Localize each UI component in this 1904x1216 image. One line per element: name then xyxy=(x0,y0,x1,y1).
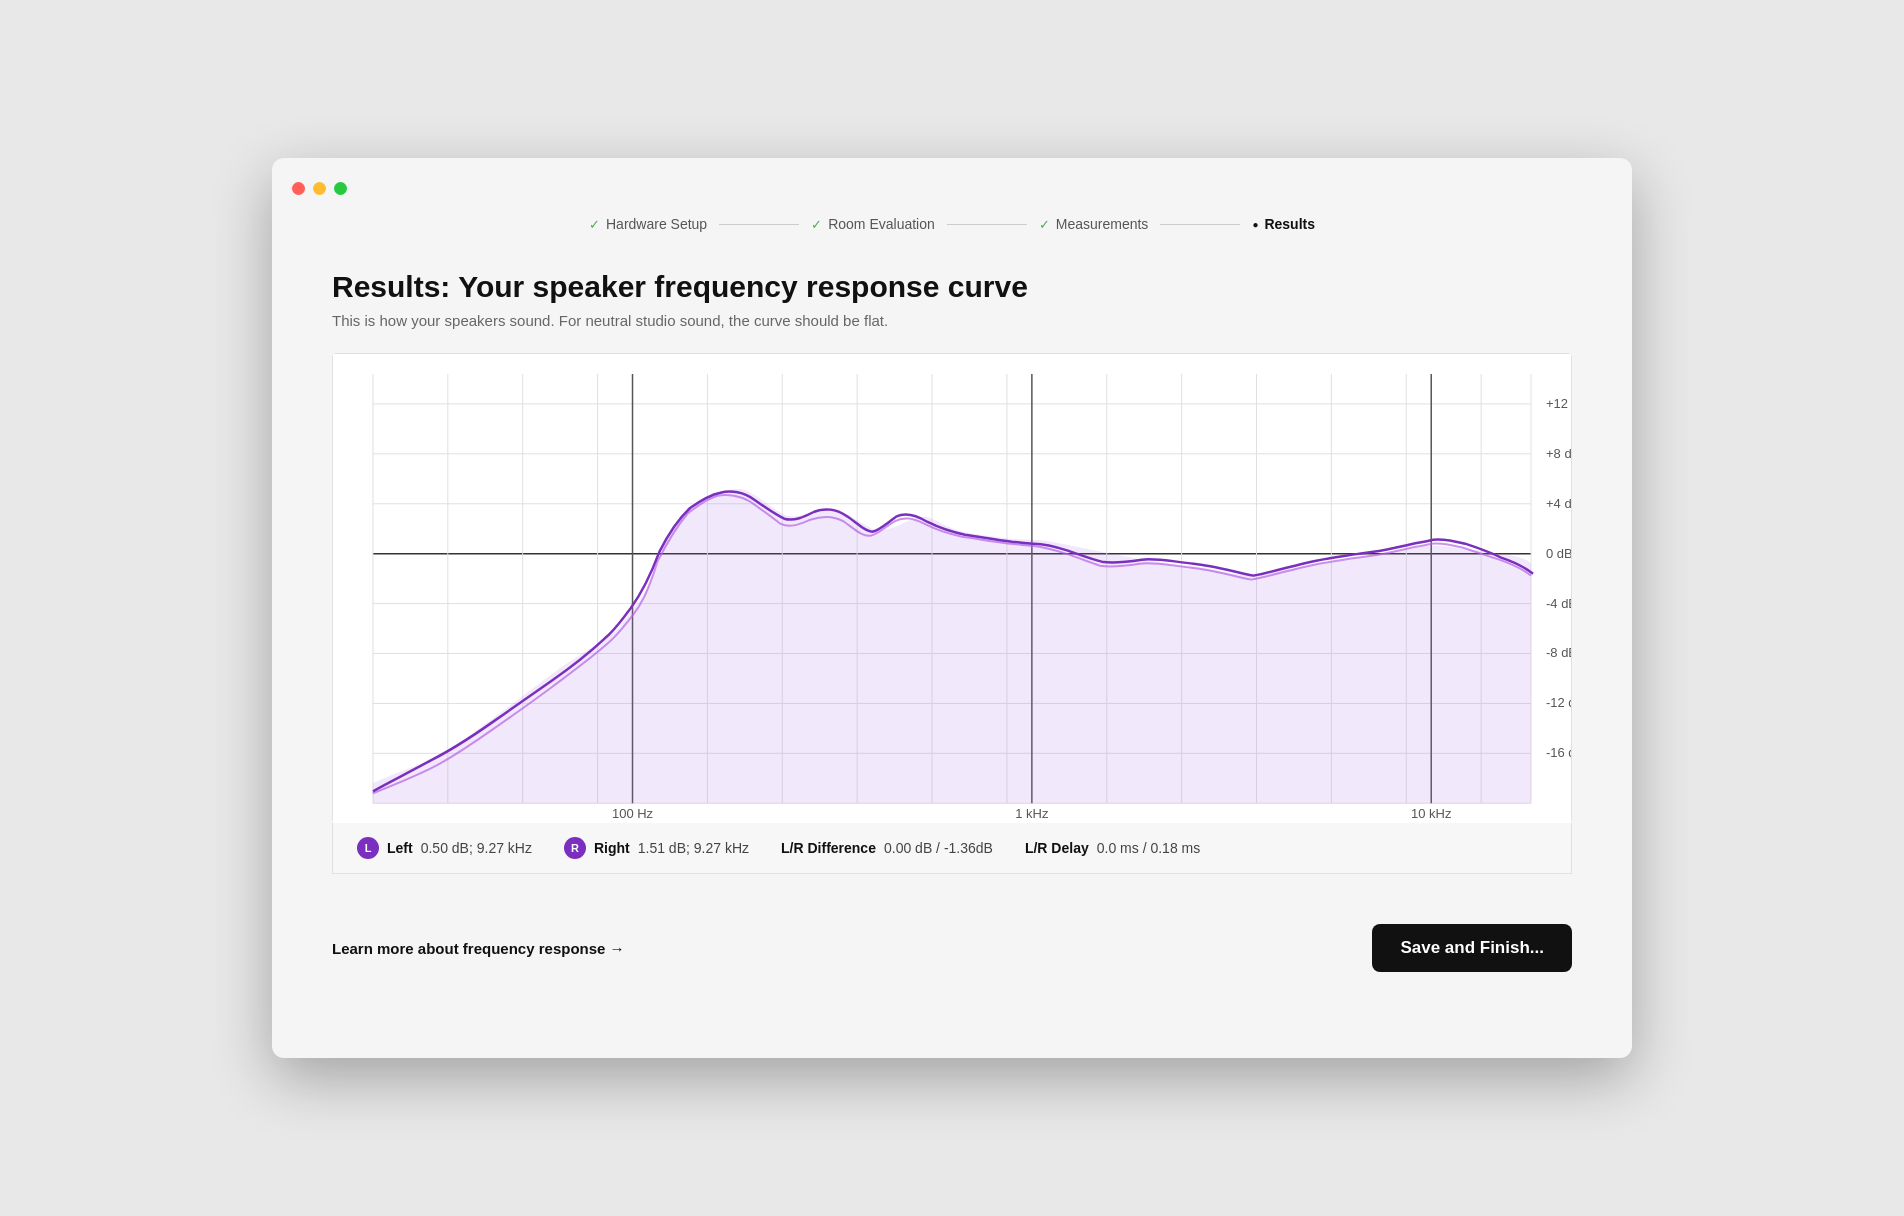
step-connector-3 xyxy=(1160,224,1240,225)
chart-svg: +12 dB +8 dB +4 dB 0 dB -4 dB -8 dB -12 … xyxy=(333,354,1571,823)
right-channel-info: R Right 1.51 dB; 9.27 kHz xyxy=(564,837,749,859)
check-icon-2: ✓ xyxy=(811,217,822,232)
step-measurements-label: Measurements xyxy=(1056,216,1149,232)
svg-text:+12 dB: +12 dB xyxy=(1546,396,1571,411)
step-results-label: Results xyxy=(1264,216,1315,232)
save-finish-button[interactable]: Save and Finish... xyxy=(1372,924,1572,972)
app-window: ✓ Hardware Setup ✓ Room Evaluation ✓ Mea… xyxy=(272,158,1632,1058)
frequency-chart: +12 dB +8 dB +4 dB 0 dB -4 dB -8 dB -12 … xyxy=(332,353,1572,823)
lr-delay-label: L/R Delay xyxy=(1025,840,1089,856)
left-channel-info: L Left 0.50 dB; 9.27 kHz xyxy=(357,837,532,859)
right-channel-value: 1.51 dB; 9.27 kHz xyxy=(638,840,749,856)
step-room-evaluation-label: Room Evaluation xyxy=(828,216,935,232)
step-connector-1 xyxy=(719,224,799,225)
svg-text:+8 dB: +8 dB xyxy=(1546,446,1571,461)
step-hardware-setup-label: Hardware Setup xyxy=(606,216,707,232)
svg-text:-8 dB: -8 dB xyxy=(1546,646,1571,661)
lr-diff-label: L/R Difference xyxy=(781,840,876,856)
svg-text:-4 dB: -4 dB xyxy=(1546,596,1571,611)
page-subtitle: This is how your speakers sound. For neu… xyxy=(332,312,1572,329)
info-bar: L Left 0.50 dB; 9.27 kHz R Right 1.51 dB… xyxy=(332,823,1572,874)
svg-text:+4 dB: +4 dB xyxy=(1546,496,1571,511)
step-hardware-setup: ✓ Hardware Setup xyxy=(589,216,707,232)
svg-text:100 Hz: 100 Hz xyxy=(612,806,654,821)
lr-delay-info: L/R Delay 0.0 ms / 0.18 ms xyxy=(1025,840,1200,856)
dot-icon: ● xyxy=(1252,219,1258,230)
left-channel-value: 0.50 dB; 9.27 kHz xyxy=(421,840,532,856)
step-measurements: ✓ Measurements xyxy=(1039,216,1149,232)
left-channel-badge: L xyxy=(357,837,379,859)
footer: Learn more about frequency response → Sa… xyxy=(272,904,1632,992)
main-content: Results: Your speaker frequency response… xyxy=(272,250,1632,904)
lr-difference-info: L/R Difference 0.00 dB / -1.36dB xyxy=(781,840,993,856)
step-room-evaluation: ✓ Room Evaluation xyxy=(811,216,935,232)
page-title: Results: Your speaker frequency response… xyxy=(332,270,1572,304)
step-results: ● Results xyxy=(1252,216,1315,232)
svg-text:0 dB: 0 dB xyxy=(1546,546,1571,561)
step-connector-2 xyxy=(947,224,1027,225)
minimize-button[interactable] xyxy=(313,182,326,195)
left-channel-label: Left xyxy=(387,840,413,856)
lr-delay-value: 0.0 ms / 0.18 ms xyxy=(1097,840,1200,856)
maximize-button[interactable] xyxy=(334,182,347,195)
svg-text:1 kHz: 1 kHz xyxy=(1015,806,1049,821)
svg-text:10 kHz: 10 kHz xyxy=(1411,806,1452,821)
right-channel-label: Right xyxy=(594,840,630,856)
svg-text:-16 dB: -16 dB xyxy=(1546,745,1571,760)
check-icon-3: ✓ xyxy=(1039,217,1050,232)
check-icon: ✓ xyxy=(589,217,600,232)
close-button[interactable] xyxy=(292,182,305,195)
learn-more-link[interactable]: Learn more about frequency response → xyxy=(332,940,625,957)
svg-text:-12 dB: -12 dB xyxy=(1546,695,1571,710)
lr-diff-value: 0.00 dB / -1.36dB xyxy=(884,840,993,856)
titlebar xyxy=(272,158,1632,202)
steps-bar: ✓ Hardware Setup ✓ Room Evaluation ✓ Mea… xyxy=(272,202,1632,250)
right-channel-badge: R xyxy=(564,837,586,859)
